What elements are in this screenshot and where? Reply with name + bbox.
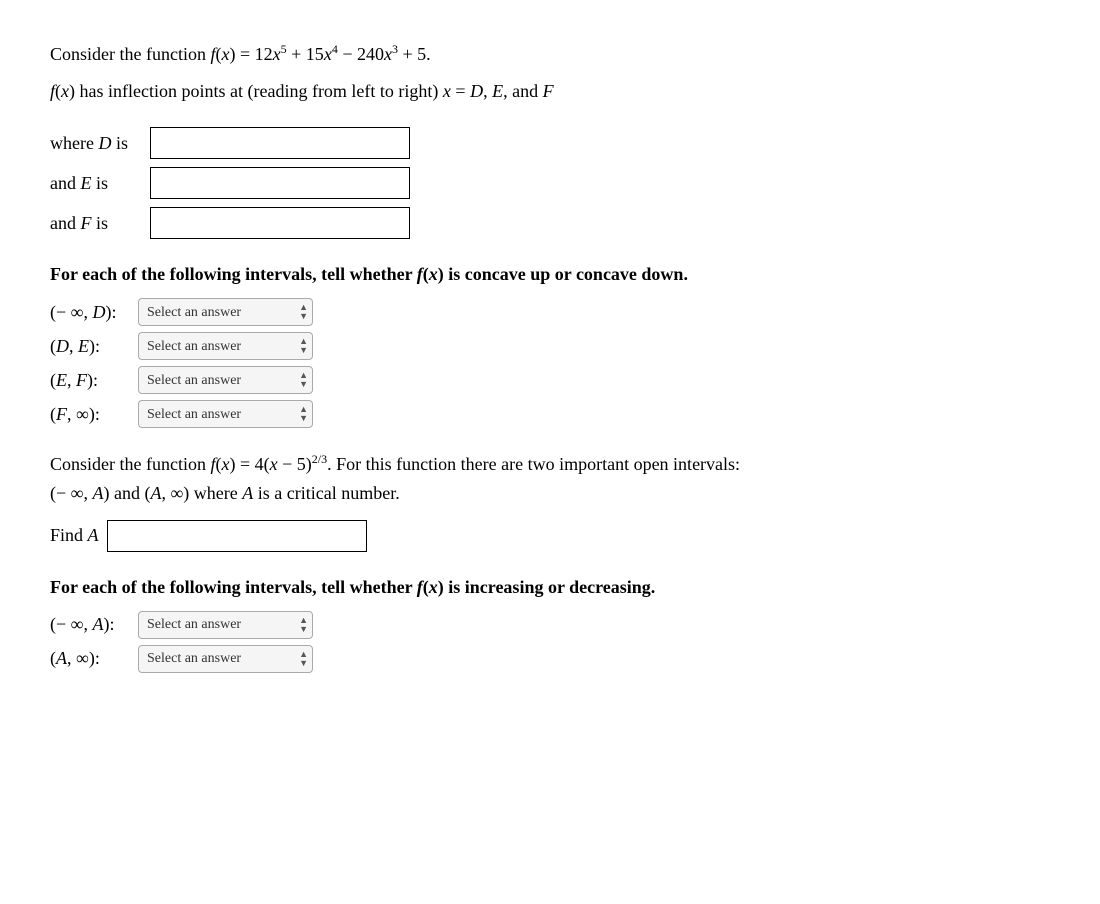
interval-label-5: (− ∞, A): [50, 614, 130, 635]
interval-select-3[interactable]: Select an answer concave up concave down [147, 373, 293, 388]
chevron-arrows-6: ▲▼ [299, 650, 308, 668]
interval-select-1[interactable]: Select an answer concave up concave down [147, 305, 293, 320]
increasing-description: For each of the following intervals, tel… [50, 574, 1050, 601]
interval-select-wrapper-6[interactable]: Select an answer increasing decreasing ▲… [138, 645, 313, 673]
second-function-section: Consider the function f(x) = 4(x − 5)2/3… [50, 450, 1050, 552]
interval-select-wrapper-2[interactable]: Select an answer concave up concave down… [138, 332, 313, 360]
interval-select-wrapper-5[interactable]: Select an answer increasing decreasing ▲… [138, 611, 313, 639]
section-1: Consider the function f(x) = 12x5 + 15x4… [50, 40, 1050, 105]
interval-row-2: (D, E): Select an answer concave up conc… [50, 332, 1050, 360]
interval-row-6: (A, ∞): Select an answer increasing decr… [50, 645, 1050, 673]
increasing-intervals: (− ∞, A): Select an answer increasing de… [50, 611, 1050, 673]
inflection-description-line: f(x) has inflection points at (reading f… [50, 78, 1050, 105]
interval-select-2[interactable]: Select an answer concave up concave down [147, 339, 293, 354]
interval-row-1: (− ∞, D): Select an answer concave up co… [50, 298, 1050, 326]
function-formula: f(x) = 12x5 + 15x4 − 240x3 + 5. [210, 44, 430, 64]
interval-select-4[interactable]: Select an answer concave up concave down [147, 407, 293, 422]
d-input[interactable] [150, 127, 410, 159]
f-input[interactable] [150, 207, 410, 239]
find-a-label: Find A [50, 525, 99, 546]
concavity-description: For each of the following intervals, tel… [50, 261, 1050, 288]
increasing-section: For each of the following intervals, tel… [50, 574, 1050, 673]
chevron-arrows-4: ▲▼ [299, 405, 308, 423]
interval-select-wrapper-3[interactable]: Select an answer concave up concave down… [138, 366, 313, 394]
interval-select-5[interactable]: Select an answer increasing decreasing [147, 617, 293, 632]
function-description-line: Consider the function f(x) = 12x5 + 15x4… [50, 40, 1050, 68]
and-f-label: and F is [50, 213, 150, 234]
chevron-arrows-2: ▲▼ [299, 337, 308, 355]
e-input[interactable] [150, 167, 410, 199]
e-input-row: and E is [50, 167, 1050, 199]
d-input-row: where D is [50, 127, 1050, 159]
chevron-arrows-3: ▲▼ [299, 371, 308, 389]
interval-label-1: (− ∞, D): [50, 302, 130, 323]
interval-select-wrapper-1[interactable]: Select an answer concave up concave down… [138, 298, 313, 326]
interval-select-wrapper-4[interactable]: Select an answer concave up concave down… [138, 400, 313, 428]
chevron-arrows-1: ▲▼ [299, 303, 308, 321]
interval-label-2: (D, E): [50, 336, 130, 357]
and-e-label: and E is [50, 173, 150, 194]
concavity-section: For each of the following intervals, tel… [50, 261, 1050, 428]
interval-label-3: (E, F): [50, 370, 130, 391]
second-function-description: Consider the function f(x) = 4(x − 5)2/3… [50, 450, 1050, 508]
interval-row-4: (F, ∞): Select an answer concave up conc… [50, 400, 1050, 428]
interval-select-6[interactable]: Select an answer increasing decreasing [147, 651, 293, 666]
def-inputs-section: where D is and E is and F is [50, 127, 1050, 239]
f-input-row: and F is [50, 207, 1050, 239]
concavity-intervals: (− ∞, D): Select an answer concave up co… [50, 298, 1050, 428]
find-a-row: Find A [50, 520, 1050, 552]
interval-label-6: (A, ∞): [50, 648, 130, 669]
inflection-text: f(x) has inflection points at (reading f… [50, 81, 554, 101]
interval-label-4: (F, ∞): [50, 404, 130, 425]
function-intro-text: Consider the function [50, 44, 210, 64]
interval-row-5: (− ∞, A): Select an answer increasing de… [50, 611, 1050, 639]
a-input[interactable] [107, 520, 367, 552]
chevron-arrows-5: ▲▼ [299, 616, 308, 634]
interval-row-3: (E, F): Select an answer concave up conc… [50, 366, 1050, 394]
where-d-label: where D is [50, 133, 150, 154]
